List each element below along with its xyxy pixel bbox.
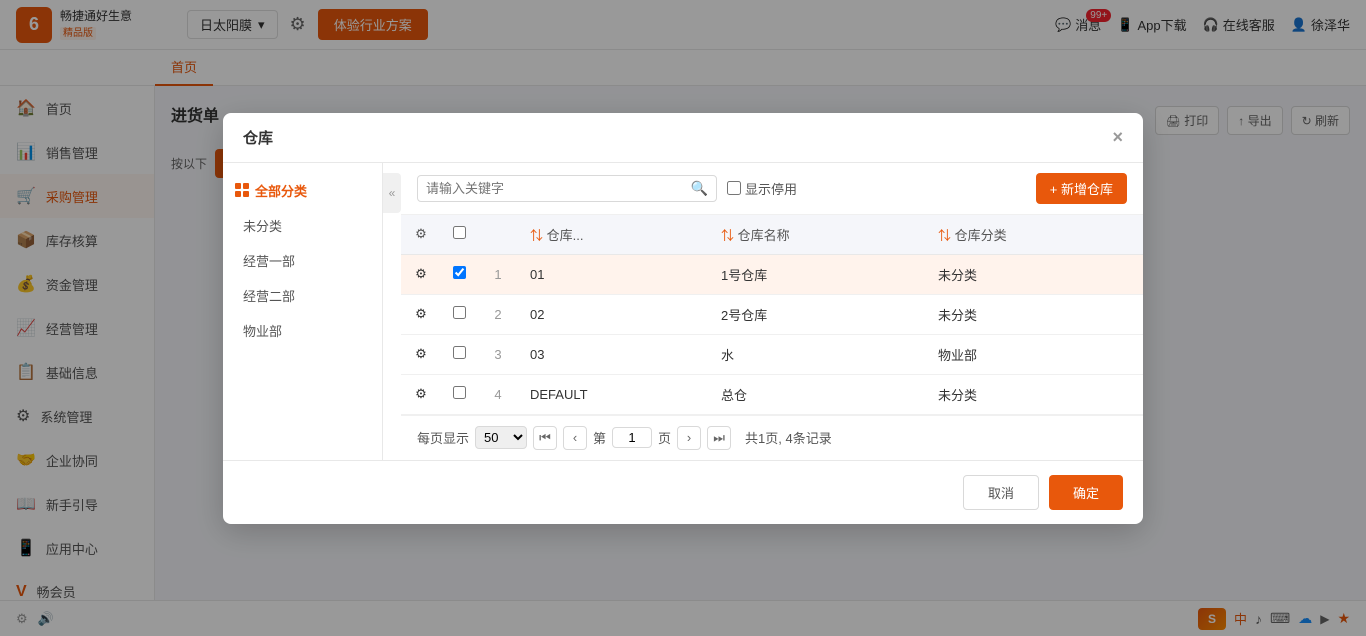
- col-num-header: [478, 215, 518, 255]
- modal-close-btn[interactable]: ×: [1112, 127, 1123, 148]
- page-label: 第: [593, 428, 606, 447]
- per-page-label: 每页显示: [417, 428, 469, 447]
- row-num: 3: [478, 334, 518, 374]
- table-row[interactable]: ⚙ 4 DEFAULT 总仓 未分类: [401, 374, 1143, 414]
- col-name-header[interactable]: ⇅ 仓库名称: [709, 215, 926, 255]
- row-num: 4: [478, 374, 518, 414]
- cat-item-dept2[interactable]: 经营二部: [223, 278, 382, 313]
- row-gear[interactable]: ⚙: [401, 254, 441, 294]
- row-category: 未分类: [926, 294, 1143, 334]
- row-name: 水: [709, 334, 926, 374]
- modal-main: 🔍 显示停用 + 新增仓库 ⚙: [401, 163, 1143, 460]
- warehouse-table: ⚙ ⇅ 仓库...: [401, 215, 1143, 415]
- category-all[interactable]: 全部分类: [223, 173, 382, 208]
- row-gear[interactable]: ⚙: [401, 374, 441, 414]
- search-input[interactable]: [426, 181, 691, 196]
- prev-page-btn[interactable]: ‹: [563, 426, 587, 450]
- search-icon: 🔍: [691, 180, 708, 197]
- page-suffix: 页: [658, 428, 671, 447]
- cat-item-dept1[interactable]: 经营一部: [223, 243, 382, 278]
- row-category: 未分类: [926, 374, 1143, 414]
- add-warehouse-btn[interactable]: + 新增仓库: [1036, 173, 1127, 204]
- modal-header: 仓库 ×: [223, 113, 1143, 163]
- row-name: 2号仓库: [709, 294, 926, 334]
- row-category: 未分类: [926, 254, 1143, 294]
- category-sidebar: 全部分类 未分类 经营一部 经营二部 物业部: [223, 163, 383, 460]
- row-gear[interactable]: ⚙: [401, 294, 441, 334]
- row-name: 1号仓库: [709, 254, 926, 294]
- row-checkbox[interactable]: [441, 334, 478, 374]
- select-all-checkbox[interactable]: [453, 226, 466, 239]
- modal-title: 仓库: [243, 127, 273, 148]
- page-input[interactable]: [612, 427, 652, 448]
- cat-item-property[interactable]: 物业部: [223, 313, 382, 348]
- row-checkbox[interactable]: [441, 254, 478, 294]
- col-code-header[interactable]: ⇅ 仓库...: [518, 215, 709, 255]
- row-code: DEFAULT: [518, 374, 709, 414]
- row-category: 物业部: [926, 334, 1143, 374]
- show-disabled-label[interactable]: 显示停用: [727, 179, 797, 198]
- row-code: 02: [518, 294, 709, 334]
- row-checkbox[interactable]: [441, 294, 478, 334]
- modal-action-footer: 取消 确定: [223, 460, 1143, 524]
- search-box: 🔍: [417, 175, 717, 202]
- last-page-btn[interactable]: ⏭: [707, 426, 731, 450]
- modal-pagination: 每页显示 50 100 ⏮ ‹ 第 页 › ⏭ 共1页, 4条记录: [401, 415, 1143, 460]
- total-records: 共1页, 4条记录: [745, 428, 832, 447]
- cat-item-uncategorized[interactable]: 未分类: [223, 208, 382, 243]
- modal-overlay: 仓库 × 全部分类 未分类 经营一部 经营二部 物业部: [0, 0, 1366, 636]
- collapse-sidebar-btn[interactable]: «: [383, 173, 401, 213]
- row-checkbox[interactable]: [441, 374, 478, 414]
- row-code: 01: [518, 254, 709, 294]
- warehouse-modal: 仓库 × 全部分类 未分类 经营一部 经营二部 物业部: [223, 113, 1143, 524]
- col-check: [441, 215, 478, 255]
- row-code: 03: [518, 334, 709, 374]
- row-num: 2: [478, 294, 518, 334]
- col-category-header[interactable]: ⇅ 仓库分类: [926, 215, 1143, 255]
- show-disabled-checkbox[interactable]: [727, 181, 741, 195]
- modal-body: 全部分类 未分类 经营一部 经营二部 物业部 « 🔍: [223, 163, 1143, 460]
- all-categories-label: 全部分类: [255, 181, 307, 200]
- cancel-button[interactable]: 取消: [963, 475, 1039, 510]
- modal-toolbar: 🔍 显示停用 + 新增仓库: [401, 163, 1143, 215]
- sort-cat-icon: ⇅: [938, 228, 955, 243]
- per-page-select[interactable]: 50 100: [475, 426, 527, 449]
- row-num: 1: [478, 254, 518, 294]
- col-gear: ⚙: [401, 215, 441, 255]
- sort-name-icon: ⇅: [721, 228, 738, 243]
- table-row[interactable]: ⚙ 3 03 水 物业部: [401, 334, 1143, 374]
- next-page-btn[interactable]: ›: [677, 426, 701, 450]
- table-row[interactable]: ⚙ 2 02 2号仓库 未分类: [401, 294, 1143, 334]
- row-gear[interactable]: ⚙: [401, 334, 441, 374]
- confirm-button[interactable]: 确定: [1049, 475, 1123, 510]
- table-row[interactable]: ⚙ 1 01 1号仓库 未分类: [401, 254, 1143, 294]
- sort-code-icon: ⇅: [530, 228, 547, 243]
- row-name: 总仓: [709, 374, 926, 414]
- first-page-btn[interactable]: ⏮: [533, 426, 557, 450]
